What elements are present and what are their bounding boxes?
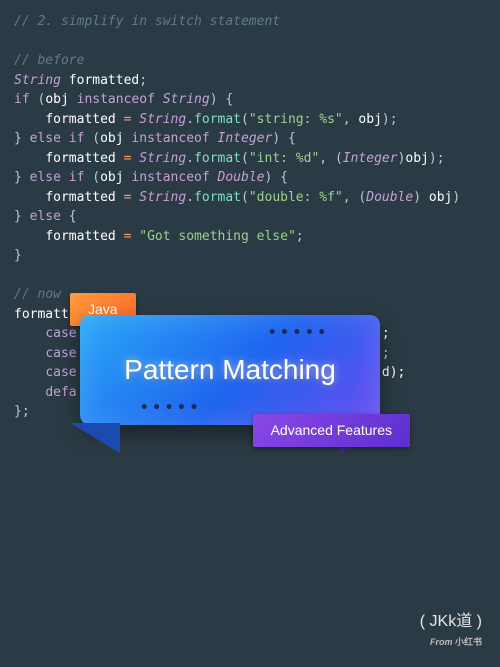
str-int-fmt: "int: %d": [249, 151, 319, 166]
now-comment: // now: [14, 287, 61, 302]
section-comment: // 2. simplify in switch statement: [14, 14, 280, 29]
str-string-fmt: "string: %s": [249, 112, 343, 127]
banner-main: ••••• Pattern Matching •••••: [80, 315, 380, 425]
before-comment: // before: [14, 53, 84, 68]
dots-bottom: •••••: [140, 398, 202, 419]
kw-instanceof: instanceof: [77, 92, 155, 107]
str-double-fmt: "double: %f": [249, 190, 343, 205]
kw-if: if: [14, 92, 30, 107]
cast-double: Double: [366, 190, 413, 205]
dots-top: •••••: [268, 323, 330, 344]
watermark-main: ( JKk道 ): [420, 613, 482, 630]
type-string: String: [14, 73, 61, 88]
watermark: ( JKk道 ) From 小红书: [420, 610, 482, 650]
watermark-sub-brand: 小红书: [455, 637, 482, 647]
type-integer: Integer: [218, 131, 273, 146]
kw-case-1: case: [45, 326, 76, 341]
var-formatted: formatted: [69, 73, 139, 88]
fn-format: format: [194, 112, 241, 127]
var-obj: obj: [45, 92, 68, 107]
type-double: Double: [218, 170, 265, 185]
cast-integer: Integer: [343, 151, 398, 166]
kw-case-2: case: [45, 346, 76, 361]
str-else: "Got something else": [139, 229, 296, 244]
banner-title: Pattern Matching: [124, 349, 336, 391]
title-banner: Java ••••• Pattern Matching ••••• Advanc…: [80, 295, 380, 465]
kw-default-frag: defa: [45, 385, 76, 400]
ribbon-fold-left: [70, 423, 120, 453]
badge-advanced: Advanced Features: [253, 414, 410, 447]
switch-fragment: formatt: [14, 307, 69, 322]
kw-case-3: case: [45, 365, 76, 380]
tail-d: d);: [382, 365, 405, 380]
type-string-2: String: [163, 92, 210, 107]
watermark-sub-prefix: From: [430, 637, 455, 647]
